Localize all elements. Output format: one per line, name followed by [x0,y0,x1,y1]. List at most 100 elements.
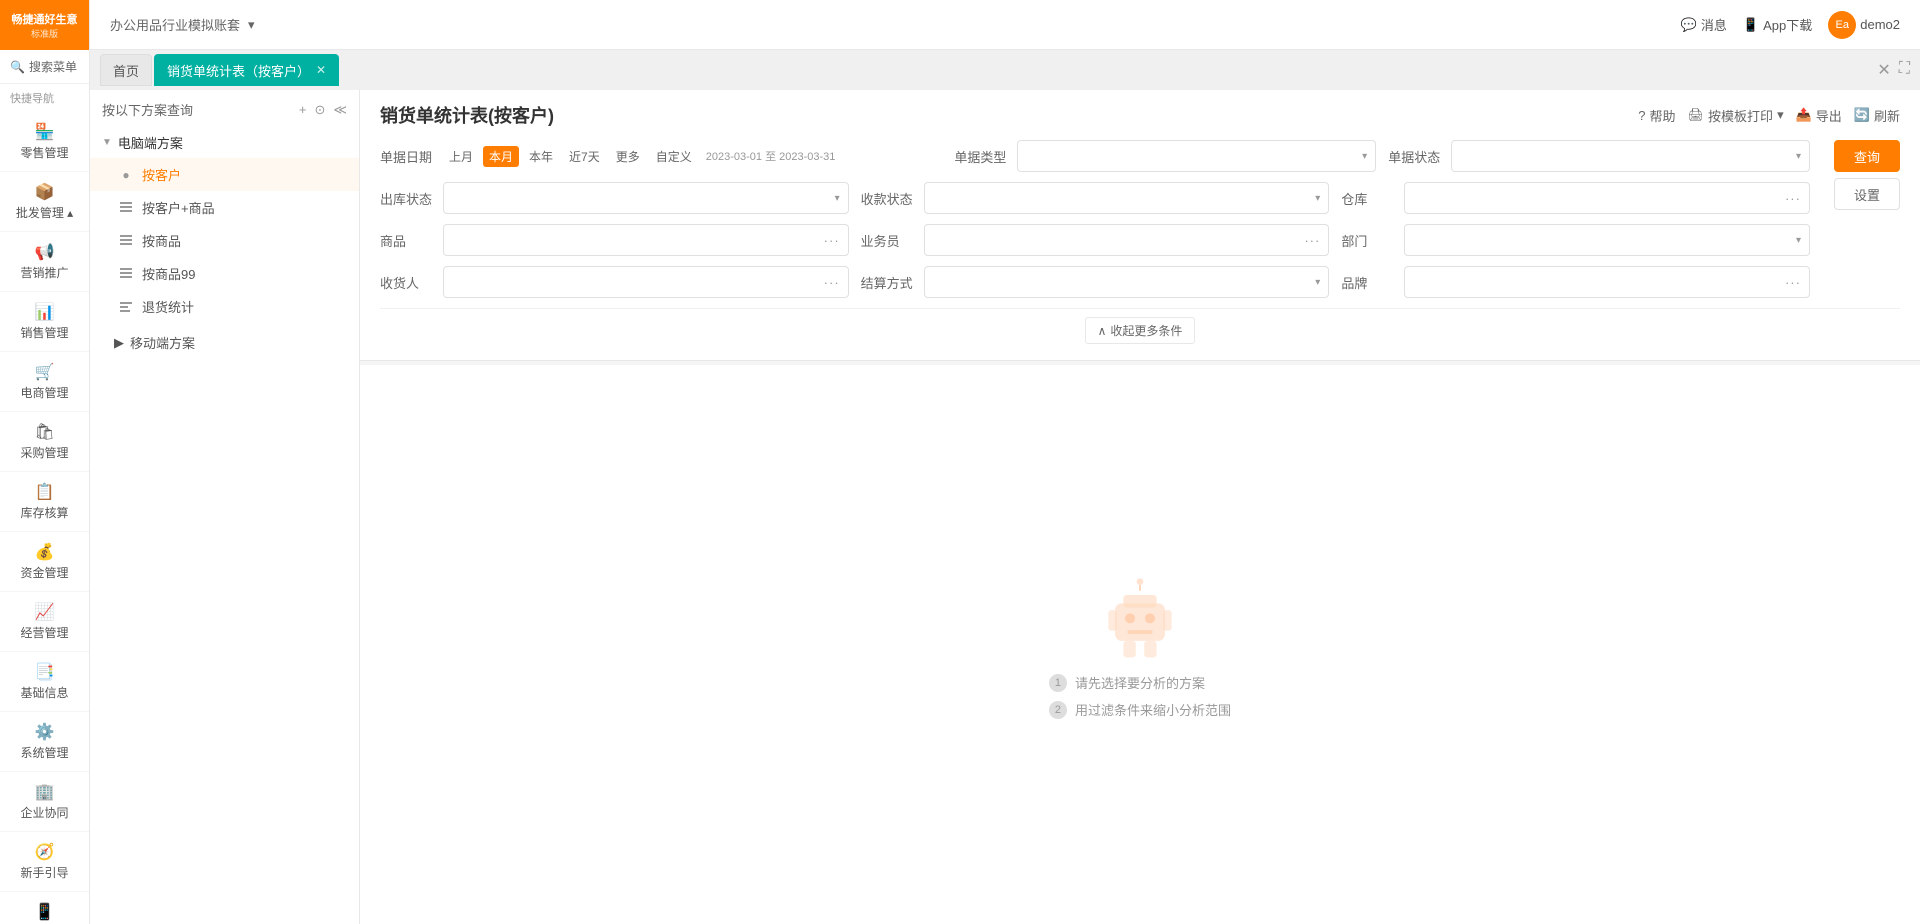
date-range-text: 2023-03-01 至 2023-03-31 [706,148,836,164]
scheme-item-customer-goods-label: 按客户+商品 [142,198,215,217]
settings-btn[interactable]: 设置 [1834,178,1900,210]
brand-dots: ··· [1785,275,1801,290]
receiver-control[interactable]: ··· [443,266,849,298]
date-tab-last-month[interactable]: 上月 [443,146,479,167]
brand-label: 品牌 [1341,273,1396,292]
export-btn[interactable]: 📤 导出 [1796,106,1842,125]
sidebar-search[interactable]: 🔍搜索菜单 [0,50,89,84]
goods-control[interactable]: ··· [443,224,849,256]
print-dropdown-icon[interactable]: ▾ [1777,107,1784,123]
filter-row-1: 单据日期 上月 本月 本年 近7天 更多 自定义 2023-03-01 至 20… [380,140,1810,172]
scheme-group-desktop-title[interactable]: ▼ 电脑端方案 [90,127,359,158]
empty-illustration [1090,570,1190,673]
warehouse-dots: ··· [1785,191,1801,206]
filter-date: 单据日期 上月 本月 本年 近7天 更多 自定义 2023-03-01 至 20… [380,146,942,167]
receipt-status-control[interactable]: ▾ [924,182,1330,214]
content-actions: ? 帮助 🖨 按模板打印 ▾ 📤 导出 🔄 [1638,106,1900,125]
date-tab-this-year[interactable]: 本年 [523,146,559,167]
warehouse-control[interactable]: ··· [1404,182,1810,214]
sidebar-item-inventory[interactable]: 📋库存核算 [0,472,89,532]
date-tab-7days[interactable]: 近7天 [563,146,606,167]
search-menu-text[interactable]: 🔍搜索菜单 [10,58,79,75]
scheme-add-btn[interactable]: + [299,102,307,118]
tab-expand-area: ✕ ⛶ [1877,60,1910,80]
sidebar-item-appcenter[interactable]: 📱应用中心 [0,892,89,924]
tab-bar: 首页 销货单统计表（按客户） ✕ ✕ ⛶ [90,50,1920,90]
top-header: 办公用品行业模拟账套 ▾ 💬 消息 📱 App下载 Ea demo2 [90,0,1920,50]
tab-sales-stats[interactable]: 销货单统计表（按客户） ✕ [154,54,339,86]
sidebar-item-operations[interactable]: 📈经营管理 [0,592,89,652]
app-download-btn[interactable]: 📱 App下载 [1743,15,1812,34]
help-icon: ? [1638,108,1645,123]
sidebar-menu: 🏪零售管理 📦批发管理 ▴ 📢营销推广 📊销售管理 🛒电商管理 🛍采购管理 📋库… [0,112,89,924]
content-panel: 销货单统计表(按客户) ? 帮助 🖨 按模板打印 ▾ 📤 [360,90,1920,924]
message-label: 消息 [1701,15,1727,34]
bill-type-label: 单据类型 [954,147,1009,166]
date-tab-custom[interactable]: 自定义 [650,146,698,167]
query-btn[interactable]: 查询 [1834,140,1900,172]
empty-state: 1 请先选择要分析的方案 2 用过滤条件来缩小分析范围 [360,365,1920,924]
scheme-item-customer-goods[interactable]: 按客户+商品 [90,191,359,224]
sidebar-item-finance[interactable]: 💰资金管理 [0,532,89,592]
date-tab-this-month[interactable]: 本月 [483,146,519,167]
collapse-btn[interactable]: ∧ 收起更多条件 [1085,317,1196,344]
tab-home[interactable]: 首页 [100,54,152,86]
sidebar-item-sales[interactable]: 📊销售管理 [0,292,89,352]
sidebar-item-wholesale[interactable]: 📦批发管理 ▴ [0,172,89,232]
template-print-btn[interactable]: 🖨 按模板打印 ▾ [1688,106,1784,125]
scheme-item-by-customer[interactable]: ● 按客户 [90,158,359,191]
avatar: Ea [1828,11,1856,39]
content-title-row: 销货单统计表(按客户) ? 帮助 🖨 按模板打印 ▾ 📤 [380,102,1900,128]
industry-name: 办公用品行业模拟账套 [110,15,240,34]
scheme-panel: 按以下方案查询 + ⊙ ≪ ▼ 电脑端方案 ● 按客户 [90,90,360,924]
return-icon [118,299,134,315]
message-btn[interactable]: 💬 消息 [1681,15,1727,34]
help-btn[interactable]: ? 帮助 [1638,106,1675,125]
filter-payment: 结算方式 ▾ [861,266,1330,298]
download-icon: 📱 [1743,17,1759,33]
home-tab-label: 首页 [113,61,139,80]
sidebar-item-guide[interactable]: 🧭新手引导 [0,832,89,892]
scheme-item-goods[interactable]: 按商品 [90,224,359,257]
staff-control[interactable]: ··· [924,224,1330,256]
bill-status-control[interactable]: ▾ [1451,140,1810,172]
refresh-btn[interactable]: 🔄 刷新 [1854,106,1900,125]
payment-control[interactable]: ▾ [924,266,1330,298]
goods-dots: ··· [824,233,840,248]
scheme-item-goods99[interactable]: 按商品99 [90,257,359,290]
user-area[interactable]: Ea demo2 [1828,11,1900,39]
scheme-copy-btn[interactable]: ⊙ [314,102,325,118]
date-tab-more[interactable]: 更多 [610,146,646,167]
out-status-control[interactable]: ▾ [443,182,849,214]
export-icon: 📤 [1796,107,1812,123]
help-label: 帮助 [1650,106,1676,125]
message-icon: 💬 [1681,17,1697,33]
scheme-item-goods99-label: 按商品99 [142,264,195,283]
window-expand-icon[interactable]: ⛶ [1899,60,1910,80]
sidebar-item-system[interactable]: ⚙️系统管理 [0,712,89,772]
scheme-title: 按以下方案查询 [102,100,193,119]
tab-close-icon[interactable]: ✕ [316,63,326,77]
empty-hints: 1 请先选择要分析的方案 2 用过滤条件来缩小分析范围 [1049,673,1231,719]
dept-control[interactable]: ▾ [1404,224,1810,256]
scheme-collapse-btn[interactable]: ≪ [333,102,347,118]
sidebar-item-marketing[interactable]: 📢营销推广 [0,232,89,292]
goods-label: 商品 [380,231,435,250]
window-close-icon[interactable]: ✕ [1877,60,1890,80]
goods-icon [118,233,134,249]
logo-area: 畅捷通好生意 标准版 [0,0,89,50]
bill-type-control[interactable]: ▾ [1017,140,1376,172]
scheme-group-mobile-title[interactable]: ▶ 移动端方案 [90,327,359,358]
brand-control[interactable]: ··· [1404,266,1810,298]
sidebar-item-basic[interactable]: 📑基础信息 [0,652,89,712]
sidebar-item-retail[interactable]: 🏪零售管理 [0,112,89,172]
desktop-group-label: 电脑端方案 [118,133,183,152]
scheme-item-return[interactable]: 退货统计 [90,290,359,323]
sidebar-item-ecommerce[interactable]: 🛒电商管理 [0,352,89,412]
sidebar-item-purchase[interactable]: 🛍采购管理 [0,412,89,472]
filter-container: 单据日期 上月 本月 本年 近7天 更多 自定义 2023-03-01 至 20… [380,140,1900,308]
sidebar-item-enterprise[interactable]: 🏢企业协同 [0,772,89,832]
bill-type-chevron: ▾ [1362,151,1367,162]
page-container: 按以下方案查询 + ⊙ ≪ ▼ 电脑端方案 ● 按客户 [90,90,1920,924]
dropdown-icon[interactable]: ▾ [248,17,255,33]
